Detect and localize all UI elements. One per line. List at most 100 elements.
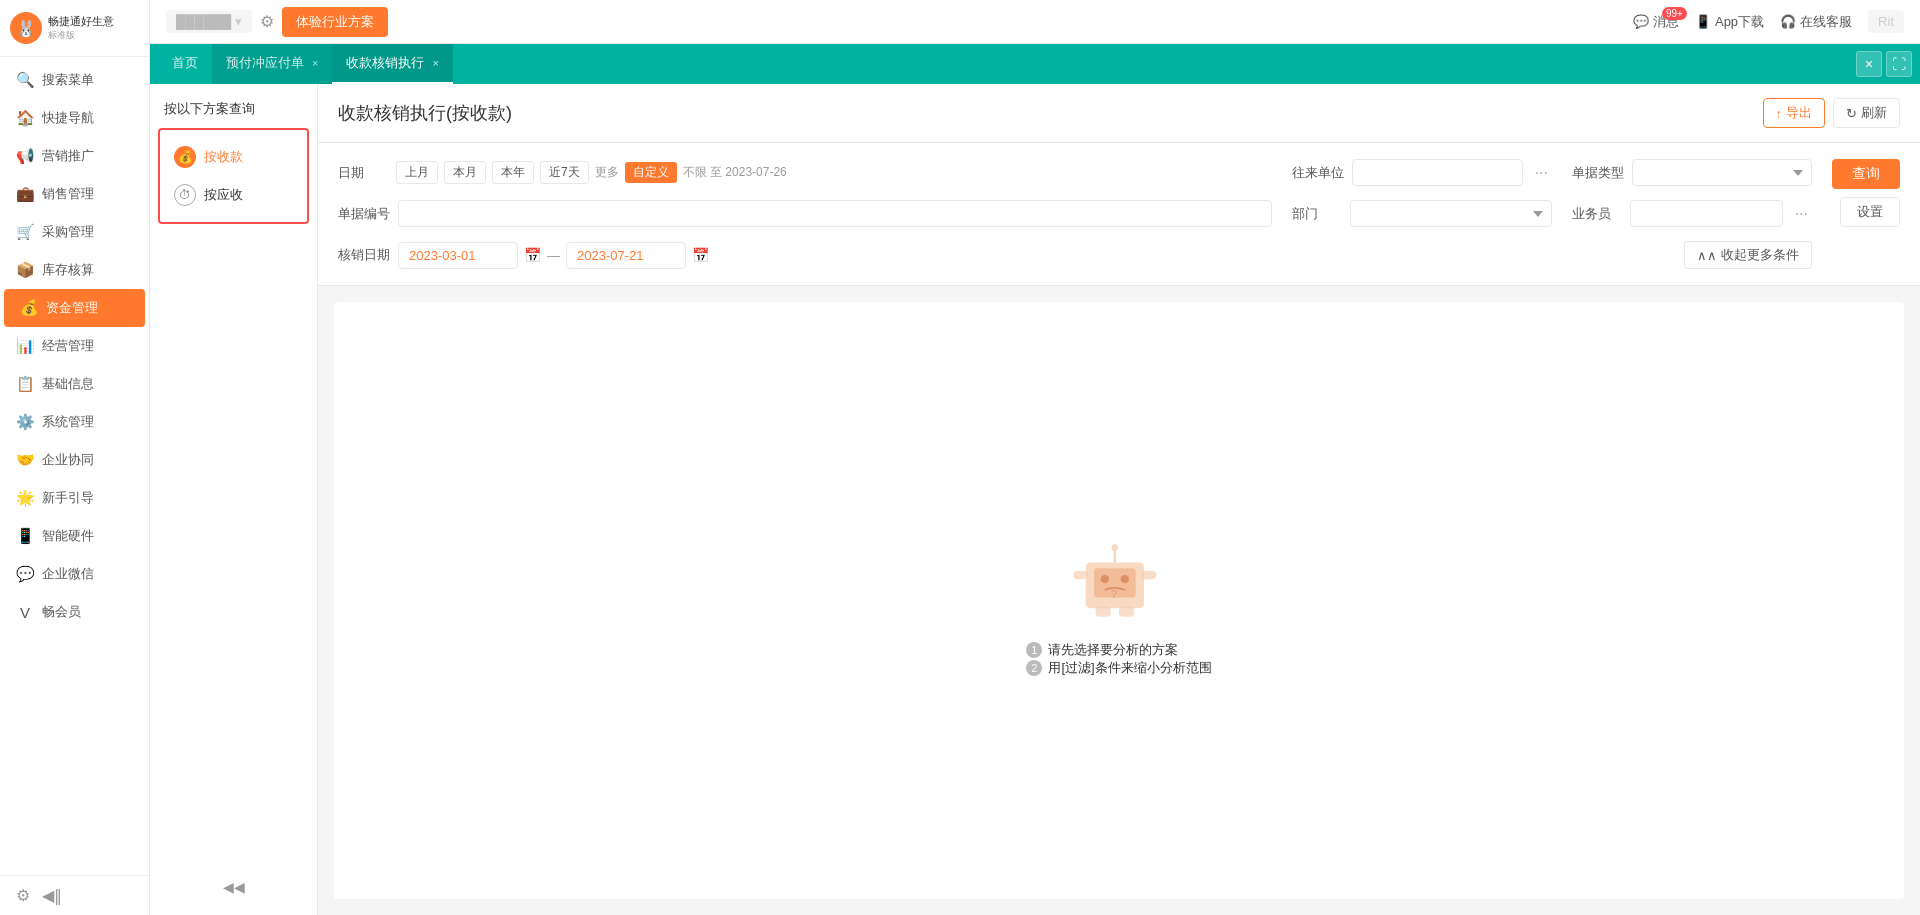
sidebar-item-basic-info[interactable]: 📋 基础信息 — [0, 365, 149, 403]
doc-type-label: 单据类型 — [1572, 164, 1624, 182]
doc-no-input[interactable] — [398, 200, 1272, 227]
counterparty-dots[interactable]: ··· — [1531, 164, 1552, 182]
search-actions: 查询 设置 — [1824, 159, 1900, 269]
verify-date-end[interactable]: 2023-07-21 — [566, 242, 686, 269]
sidebar-item-member[interactable]: V 畅会员 — [0, 593, 149, 631]
empty-tip-1: 1 请先选择要分析的方案 — [1026, 641, 1211, 659]
tab-prepay[interactable]: 预付冲应付单 × — [212, 44, 332, 84]
sidebar-item-system[interactable]: ⚙️ 系统管理 — [0, 403, 149, 441]
search-section: 日期 上月 本月 本年 近7天 更多 自定义 不限 至 2023-07- — [318, 143, 1920, 286]
service-icon: 🎧 — [1780, 14, 1796, 29]
collapse-filter-btn[interactable]: ◀◀ — [158, 871, 309, 903]
query-button[interactable]: 查询 — [1832, 159, 1900, 189]
cal-start-icon[interactable]: 📅 — [524, 247, 541, 263]
date-custom-badge[interactable]: 自定义 — [625, 162, 677, 183]
page-title: 收款核销执行(按收款) — [338, 101, 512, 125]
staff-dots[interactable]: ··· — [1791, 205, 1812, 223]
date-label: 日期 — [338, 164, 388, 182]
quick-nav-icon: 🏠 — [16, 109, 34, 127]
main-area: ██████ ▾ ⚙ 体验行业方案 💬 消息 99+ 📱 App下载 🎧 在线客… — [150, 0, 1920, 915]
tab-collect[interactable]: 收款核销执行 × — [332, 44, 452, 84]
tab-home[interactable]: 首页 — [158, 44, 212, 84]
filter-by-collect[interactable]: 💰 按收款 — [168, 138, 299, 176]
tab-spacer — [453, 44, 1856, 84]
date-last-month[interactable]: 上月 — [396, 161, 438, 184]
account-selector[interactable]: ██████ ▾ — [166, 10, 252, 33]
date-field: 日期 上月 本月 本年 近7天 更多 自定义 不限 至 2023-07- — [338, 161, 1272, 184]
sidebar: 🐰 畅捷通好生意 标准版 🔍 搜索菜单 🏠 快捷导航 📢 营销推广 💼 销售管理… — [0, 0, 150, 915]
date-7days[interactable]: 近7天 — [540, 161, 589, 184]
counterparty-label: 往来单位 — [1292, 164, 1344, 182]
close-tab-btn[interactable]: × — [1856, 51, 1882, 77]
sidebar-footer: ⚙ ◀‖ — [0, 875, 149, 915]
sidebar-label-smart-hw: 智能硬件 — [42, 527, 94, 545]
export-button[interactable]: ↑ 导出 — [1763, 98, 1826, 128]
settings-icon[interactable]: ⚙ — [16, 886, 30, 905]
sidebar-label-corp-collab: 企业协同 — [42, 451, 94, 469]
svg-point-3 — [1121, 575, 1129, 583]
verify-date-start[interactable]: 2023-03-01 — [398, 242, 518, 269]
filter-collect-label: 按收款 — [204, 148, 243, 166]
dropdown-arrow: ▾ — [235, 14, 242, 29]
account-name: ██████ — [176, 14, 231, 29]
counterparty-input[interactable] — [1352, 159, 1523, 186]
svg-rect-9 — [1119, 606, 1134, 616]
tab-prepay-close[interactable]: × — [312, 57, 318, 69]
date-more[interactable]: 更多 — [595, 164, 619, 181]
sidebar-item-smart-hw[interactable]: 📱 智能硬件 — [0, 517, 149, 555]
counterparty-field: 往来单位 ··· — [1292, 159, 1552, 186]
empty-tip-2: 2 用[过滤]条件来缩小分析范围 — [1026, 659, 1211, 677]
date-this-month[interactable]: 本月 — [444, 161, 486, 184]
staff-input[interactable] — [1630, 200, 1783, 227]
message-button[interactable]: 💬 消息 99+ — [1633, 13, 1679, 31]
sidebar-item-corp-collab[interactable]: 🤝 企业协同 — [0, 441, 149, 479]
dept-select[interactable] — [1350, 200, 1552, 227]
refresh-button[interactable]: ↻ 刷新 — [1833, 98, 1900, 128]
cal-end-icon[interactable]: 📅 — [692, 247, 709, 263]
form-row-2: 单据编号 部门 业务员 ··· — [338, 200, 1812, 227]
date-shortcuts: 上月 本月 本年 近7天 更多 自定义 不限 至 2023-07-26 — [396, 161, 787, 184]
app-logo: 🐰 畅捷通好生意 标准版 — [0, 0, 149, 57]
member-icon: V — [16, 604, 34, 621]
gear-icon[interactable]: ⚙ — [260, 12, 274, 31]
filter-box: 💰 按收款 ⏱ 按应收 — [158, 128, 309, 224]
tab-collect-close[interactable]: × — [432, 57, 438, 69]
tabbar-actions: × ⛶ — [1856, 44, 1912, 84]
page-actions: ↑ 导出 ↻ 刷新 — [1763, 98, 1901, 128]
topbar-left: ██████ ▾ ⚙ 体验行业方案 — [166, 7, 1621, 37]
sidebar-item-marketing[interactable]: 📢 营销推广 — [0, 137, 149, 175]
expand-btn[interactable]: ⛶ — [1886, 51, 1912, 77]
sidebar-item-search-menu[interactable]: 🔍 搜索菜单 — [0, 61, 149, 99]
doc-type-select[interactable] — [1632, 159, 1812, 186]
sidebar-label-wechat: 企业微信 — [42, 565, 94, 583]
sidebar-label-quick-nav: 快捷导航 — [42, 109, 94, 127]
sidebar-item-operation[interactable]: 📊 经营管理 — [0, 327, 149, 365]
sidebar-label-search-menu: 搜索菜单 — [42, 71, 94, 89]
app-download-button[interactable]: 📱 App下载 — [1695, 13, 1764, 31]
collapse-sidebar-icon[interactable]: ◀‖ — [42, 886, 62, 905]
sidebar-item-sales[interactable]: 💼 销售管理 — [0, 175, 149, 213]
app-name: 畅捷通好生意 — [48, 14, 114, 28]
tabbar: 首页 预付冲应付单 × 收款核销执行 × × ⛶ — [150, 44, 1920, 84]
svg-point-2 — [1101, 575, 1109, 583]
collapse-more-button[interactable]: ∧∧ 收起更多条件 — [1684, 241, 1812, 269]
sidebar-item-wechat[interactable]: 💬 企业微信 — [0, 555, 149, 593]
sidebar-item-purchase[interactable]: 🛒 采购管理 — [0, 213, 149, 251]
filter-by-receivable[interactable]: ⏱ 按应收 — [168, 176, 299, 214]
solution-button[interactable]: 体验行业方案 — [282, 7, 388, 37]
setting-button[interactable]: 设置 — [1840, 197, 1900, 227]
inventory-icon: 📦 — [16, 261, 34, 279]
svg-rect-6 — [1073, 570, 1088, 578]
sidebar-label-sales: 销售管理 — [42, 185, 94, 203]
user-menu[interactable]: Rit — [1868, 10, 1904, 33]
doc-no-label: 单据编号 — [338, 205, 390, 223]
message-badge: 99+ — [1662, 7, 1687, 20]
sidebar-item-inventory[interactable]: 📦 库存核算 — [0, 251, 149, 289]
date-this-year[interactable]: 本年 — [492, 161, 534, 184]
sidebar-item-guide[interactable]: 🌟 新手引导 — [0, 479, 149, 517]
online-service-button[interactable]: 🎧 在线客服 — [1780, 13, 1852, 31]
sidebar-item-capital[interactable]: 💰 资金管理 — [4, 289, 145, 327]
sidebar-item-quick-nav[interactable]: 🏠 快捷导航 — [0, 99, 149, 137]
sales-icon: 💼 — [16, 185, 34, 203]
export-icon: ↑ — [1776, 106, 1783, 121]
